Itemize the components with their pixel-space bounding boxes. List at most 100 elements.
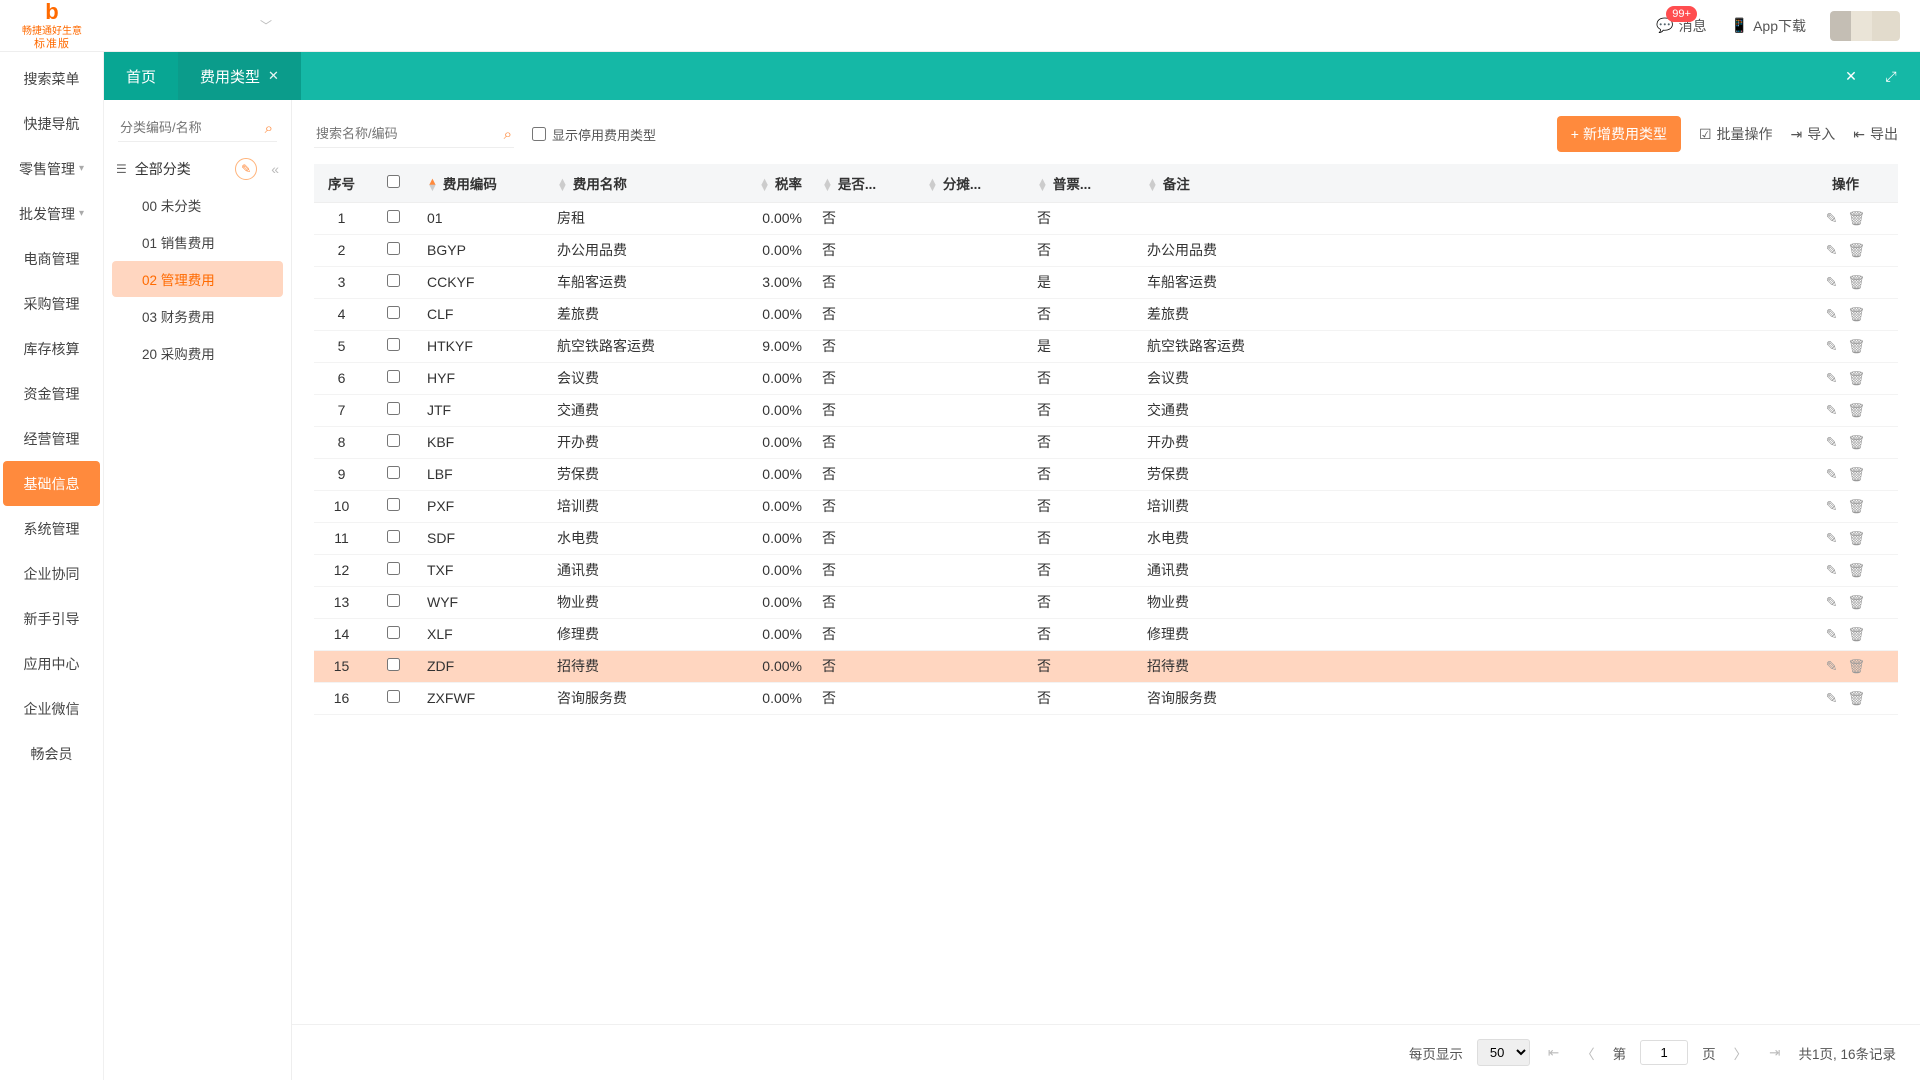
search-icon[interactable]: ⌕ (504, 126, 512, 143)
col-check[interactable] (369, 164, 417, 202)
row-checkbox[interactable] (387, 562, 400, 575)
show-disabled-checkbox[interactable]: 显示停用费用类型 (532, 125, 656, 144)
delete-icon[interactable]: 🗑 (1847, 306, 1865, 323)
table-row[interactable]: 16ZXFWF咨询服务费0.00%否否咨询服务费✎🗑 (314, 682, 1898, 714)
table-row[interactable]: 10PXF培训费0.00%否否培训费✎🗑 (314, 490, 1898, 522)
nav-item-7[interactable]: 资金管理 (0, 371, 103, 416)
delete-icon[interactable]: 🗑 (1847, 594, 1865, 611)
nav-item-10[interactable]: 系统管理 (0, 506, 103, 551)
edit-icon[interactable]: ✎ (1826, 594, 1838, 611)
row-checkbox[interactable] (387, 466, 400, 479)
delete-icon[interactable]: 🗑 (1847, 242, 1865, 259)
per-page-select[interactable]: 50 (1477, 1039, 1530, 1066)
col-bool3[interactable]: ▲▼普票... (1027, 164, 1137, 202)
col-bool2[interactable]: ▲▼分摊... (917, 164, 1027, 202)
company-selector[interactable]: ﹀ (120, 17, 272, 34)
table-row[interactable]: 11SDF水电费0.00%否否水电费✎🗑 (314, 522, 1898, 554)
nav-item-13[interactable]: 应用中心 (0, 641, 103, 686)
table-row[interactable]: 8KBF开办费0.00%否否开办费✎🗑 (314, 426, 1898, 458)
row-checkbox[interactable] (387, 530, 400, 543)
edit-icon[interactable]: ✎ (1826, 402, 1838, 419)
edit-icon[interactable]: ✎ (1826, 498, 1838, 515)
table-row[interactable]: 6HYF会议费0.00%否否会议费✎🗑 (314, 362, 1898, 394)
collapse-panel-icon[interactable]: « (271, 161, 279, 177)
delete-icon[interactable]: 🗑 (1847, 274, 1865, 291)
col-index[interactable]: 序号 (314, 164, 369, 202)
edit-icon[interactable]: ✎ (1826, 274, 1838, 291)
fullscreen-button[interactable]: ⤢ (1878, 63, 1904, 89)
category-all[interactable]: ☰ 全部分类 ✎ « (104, 152, 291, 186)
nav-item-6[interactable]: 库存核算 (0, 326, 103, 371)
delete-icon[interactable]: 🗑 (1847, 402, 1865, 419)
row-checkbox[interactable] (387, 242, 400, 255)
delete-icon[interactable]: 🗑 (1847, 498, 1865, 515)
row-checkbox[interactable] (387, 402, 400, 415)
nav-item-4[interactable]: 电商管理 (0, 236, 103, 281)
messages-button[interactable]: 💬 消息 99+ (1656, 16, 1706, 36)
table-row[interactable]: 2BGYP办公用品费0.00%否否办公用品费✎🗑 (314, 234, 1898, 266)
page-input[interactable] (1640, 1040, 1688, 1065)
row-checkbox[interactable] (387, 498, 400, 511)
delete-icon[interactable]: 🗑 (1847, 690, 1865, 707)
table-row[interactable]: 101房租0.00%否否✎🗑 (314, 202, 1898, 234)
import-button[interactable]: ⇥ 导入 (1791, 124, 1836, 144)
tab-expense-type[interactable]: 费用类型 ✕ (178, 52, 301, 100)
next-page-button[interactable]: 〉 (1730, 1043, 1752, 1063)
table-row[interactable]: 9LBF劳保费0.00%否否劳保费✎🗑 (314, 458, 1898, 490)
edit-icon[interactable]: ✎ (1826, 210, 1838, 227)
select-all-checkbox[interactable] (387, 175, 400, 188)
category-item-2[interactable]: 02 管理费用 (112, 261, 283, 297)
close-icon[interactable]: ✕ (268, 68, 279, 84)
nav-item-9[interactable]: 基础信息 (3, 461, 100, 506)
app-download-button[interactable]: 📱 App下载 (1731, 16, 1806, 36)
nav-item-14[interactable]: 企业微信 (0, 686, 103, 731)
prev-page-button[interactable]: 〈 (1577, 1043, 1599, 1063)
row-checkbox[interactable] (387, 210, 400, 223)
row-checkbox[interactable] (387, 690, 400, 703)
nav-item-11[interactable]: 企业协同 (0, 551, 103, 596)
delete-icon[interactable]: 🗑 (1847, 658, 1865, 675)
table-row[interactable]: 15ZDF招待费0.00%否否招待费✎🗑 (314, 650, 1898, 682)
row-checkbox[interactable] (387, 338, 400, 351)
edit-icon[interactable]: ✎ (1826, 530, 1838, 547)
nav-item-2[interactable]: 零售管理▾ (0, 146, 103, 191)
edit-icon[interactable]: ✎ (1826, 466, 1838, 483)
row-checkbox[interactable] (387, 658, 400, 671)
col-rate[interactable]: ▲▼税率 (717, 164, 812, 202)
row-checkbox[interactable] (387, 274, 400, 287)
table-row[interactable]: 7JTF交通费0.00%否否交通费✎🗑 (314, 394, 1898, 426)
row-checkbox[interactable] (387, 370, 400, 383)
edit-icon[interactable]: ✎ (1826, 306, 1838, 323)
delete-icon[interactable]: 🗑 (1847, 210, 1865, 227)
table-row[interactable]: 12TXF通讯费0.00%否否通讯费✎🗑 (314, 554, 1898, 586)
show-disabled-input[interactable] (532, 127, 546, 141)
category-item-3[interactable]: 03 财务费用 (112, 298, 283, 334)
edit-icon[interactable]: ✎ (1826, 562, 1838, 579)
col-remark[interactable]: ▲▼备注 (1137, 164, 1793, 202)
nav-item-3[interactable]: 批发管理▾ (0, 191, 103, 236)
category-item-1[interactable]: 01 销售费用 (112, 224, 283, 260)
edit-icon[interactable]: ✎ (1826, 626, 1838, 643)
first-page-button[interactable]: ⇤ (1544, 1045, 1563, 1061)
delete-icon[interactable]: 🗑 (1847, 562, 1865, 579)
col-code[interactable]: ▲▼费用编码 (417, 164, 547, 202)
search-input[interactable] (314, 120, 514, 148)
nav-item-8[interactable]: 经营管理 (0, 416, 103, 461)
edit-icon[interactable]: ✎ (1826, 338, 1838, 355)
table-row[interactable]: 3CCKYF车船客运费3.00%否是车船客运费✎🗑 (314, 266, 1898, 298)
row-checkbox[interactable] (387, 434, 400, 447)
export-button[interactable]: ⇤ 导出 (1853, 124, 1898, 144)
edit-icon[interactable]: ✎ (1826, 242, 1838, 259)
row-checkbox[interactable] (387, 306, 400, 319)
nav-item-5[interactable]: 采购管理 (0, 281, 103, 326)
add-expense-type-button[interactable]: + 新增费用类型 (1557, 116, 1681, 152)
row-checkbox[interactable] (387, 594, 400, 607)
delete-icon[interactable]: 🗑 (1847, 530, 1865, 547)
last-page-button[interactable]: ⇥ (1765, 1045, 1784, 1061)
delete-icon[interactable]: 🗑 (1847, 434, 1865, 451)
table-row[interactable]: 4CLF差旅费0.00%否否差旅费✎🗑 (314, 298, 1898, 330)
edit-icon[interactable]: ✎ (1826, 370, 1838, 387)
delete-icon[interactable]: 🗑 (1847, 626, 1865, 643)
delete-icon[interactable]: 🗑 (1847, 466, 1865, 483)
category-edit-button[interactable]: ✎ (235, 158, 257, 180)
